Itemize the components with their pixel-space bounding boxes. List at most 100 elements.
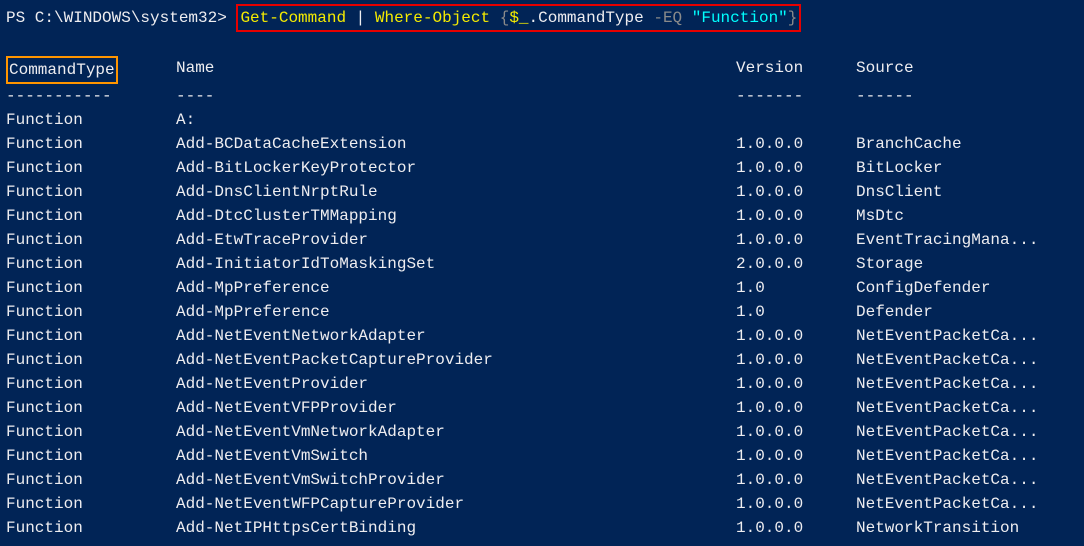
cell-name: Add-NetEventVmNetworkAdapter — [176, 420, 736, 444]
cell-version — [736, 108, 856, 132]
cell-name: Add-NetEventPacketCaptureProvider — [176, 348, 736, 372]
cell-version: 1.0.0.0 — [736, 132, 856, 156]
cell-name: Add-EtwTraceProvider — [176, 228, 736, 252]
cell-source: NetEventPacketCa... — [856, 324, 1078, 348]
cell-version: 1.0.0.0 — [736, 348, 856, 372]
table-row: FunctionAdd-BitLockerKeyProtector1.0.0.0… — [6, 156, 1078, 180]
commandtype-highlight-box: CommandType — [6, 56, 118, 84]
brace-close: } — [788, 6, 798, 30]
divider-row: ----------- ---- ------- ------ — [6, 84, 1078, 108]
cell-version: 1.0.0.0 — [736, 372, 856, 396]
brace-open: { — [500, 6, 510, 30]
table-row: FunctionAdd-EtwTraceProvider1.0.0.0Event… — [6, 228, 1078, 252]
cell-commandtype: Function — [6, 324, 176, 348]
table-row: FunctionAdd-NetEventVmNetworkAdapter1.0.… — [6, 420, 1078, 444]
cell-source: NetEventPacketCa... — [856, 348, 1078, 372]
cell-name: Add-BCDataCacheExtension — [176, 132, 736, 156]
cell-name: Add-MpPreference — [176, 276, 736, 300]
divider-type: ----------- — [6, 84, 176, 108]
output-table: CommandType Name Version Source --------… — [6, 56, 1078, 540]
table-row: FunctionAdd-NetEventVmSwitchProvider1.0.… — [6, 468, 1078, 492]
cell-name: Add-NetEventProvider — [176, 372, 736, 396]
table-row: FunctionAdd-NetEventNetworkAdapter1.0.0.… — [6, 324, 1078, 348]
cell-source: NetEventPacketCa... — [856, 396, 1078, 420]
cell-source: NetEventPacketCa... — [856, 492, 1078, 516]
prompt-prefix: PS C:\WINDOWS\system32> — [6, 6, 236, 30]
cell-version: 1.0.0.0 — [736, 420, 856, 444]
cell-commandtype: Function — [6, 420, 176, 444]
cell-name: Add-DnsClientNrptRule — [176, 180, 736, 204]
cell-source: NetEventPacketCa... — [856, 420, 1078, 444]
cell-name: Add-NetEventVmSwitch — [176, 444, 736, 468]
table-row: FunctionAdd-NetEventWFPCaptureProvider1.… — [6, 492, 1078, 516]
cell-commandtype: Function — [6, 276, 176, 300]
cell-version: 1.0.0.0 — [736, 468, 856, 492]
cell-version: 1.0.0.0 — [736, 204, 856, 228]
table-row: FunctionAdd-DnsClientNrptRule1.0.0.0DnsC… — [6, 180, 1078, 204]
table-row: FunctionAdd-NetIPHttpsCertBinding1.0.0.0… — [6, 516, 1078, 540]
cell-name: Add-NetEventNetworkAdapter — [176, 324, 736, 348]
table-row: FunctionAdd-MpPreference1.0Defender — [6, 300, 1078, 324]
automatic-variable: $_ — [509, 6, 528, 30]
cell-commandtype: Function — [6, 300, 176, 324]
cell-commandtype: Function — [6, 108, 176, 132]
cell-commandtype: Function — [6, 132, 176, 156]
divider-source: ------ — [856, 84, 1078, 108]
property-access: .CommandType — [529, 6, 654, 30]
cell-commandtype: Function — [6, 228, 176, 252]
table-row: FunctionA: — [6, 108, 1078, 132]
cell-name: Add-NetEventVFPProvider — [176, 396, 736, 420]
cell-source: NetEventPacketCa... — [856, 468, 1078, 492]
header-version: Version — [736, 56, 856, 84]
table-row: FunctionAdd-InitiatorIdToMaskingSet2.0.0… — [6, 252, 1078, 276]
cell-source: Storage — [856, 252, 1078, 276]
cell-source: ConfigDefender — [856, 276, 1078, 300]
cell-commandtype: Function — [6, 492, 176, 516]
table-row: FunctionAdd-NetEventVFPProvider1.0.0.0Ne… — [6, 396, 1078, 420]
divider-version: ------- — [736, 84, 856, 108]
cell-version: 1.0 — [736, 276, 856, 300]
cell-commandtype: Function — [6, 516, 176, 540]
cell-version: 1.0.0.0 — [736, 228, 856, 252]
pipe-operator: | — [346, 6, 375, 30]
cell-version: 1.0.0.0 — [736, 180, 856, 204]
cell-name: Add-DtcClusterTMMapping — [176, 204, 736, 228]
cell-source: MsDtc — [856, 204, 1078, 228]
table-row: FunctionAdd-MpPreference1.0ConfigDefende… — [6, 276, 1078, 300]
cell-commandtype: Function — [6, 396, 176, 420]
cell-version: 1.0.0.0 — [736, 324, 856, 348]
header-row: CommandType Name Version Source — [6, 56, 1078, 84]
cmdlet-where-object: Where-Object — [375, 6, 500, 30]
command-highlight-box: Get-Command | Where-Object { $_ .Command… — [236, 4, 801, 32]
cell-version: 1.0.0.0 — [736, 492, 856, 516]
cell-commandtype: Function — [6, 444, 176, 468]
cell-commandtype: Function — [6, 468, 176, 492]
table-row: FunctionAdd-BCDataCacheExtension1.0.0.0B… — [6, 132, 1078, 156]
header-commandtype: CommandType — [6, 56, 176, 84]
cell-version: 1.0.0.0 — [736, 156, 856, 180]
cell-source: Defender — [856, 300, 1078, 324]
cell-source: BitLocker — [856, 156, 1078, 180]
cell-version: 2.0.0.0 — [736, 252, 856, 276]
cell-source: NetEventPacketCa... — [856, 444, 1078, 468]
table-row: FunctionAdd-NetEventProvider1.0.0.0NetEv… — [6, 372, 1078, 396]
cell-commandtype: Function — [6, 252, 176, 276]
cell-commandtype: Function — [6, 348, 176, 372]
table-row: FunctionAdd-DtcClusterTMMapping1.0.0.0Ms… — [6, 204, 1078, 228]
cell-version: 1.0 — [736, 300, 856, 324]
cell-name: Add-MpPreference — [176, 300, 736, 324]
cell-version: 1.0.0.0 — [736, 396, 856, 420]
header-name: Name — [176, 56, 736, 84]
cell-commandtype: Function — [6, 372, 176, 396]
comparison-operator: -EQ — [653, 6, 691, 30]
cell-name: A: — [176, 108, 736, 132]
cmdlet-get-command: Get-Command — [240, 6, 346, 30]
cell-commandtype: Function — [6, 204, 176, 228]
cell-source — [856, 108, 1078, 132]
cell-name: Add-NetEventVmSwitchProvider — [176, 468, 736, 492]
cell-name: Add-NetIPHttpsCertBinding — [176, 516, 736, 540]
prompt-line[interactable]: PS C:\WINDOWS\system32> Get-Command | Wh… — [6, 4, 1078, 32]
header-source: Source — [856, 56, 1078, 84]
cell-source: EventTracingMana... — [856, 228, 1078, 252]
cell-name: Add-BitLockerKeyProtector — [176, 156, 736, 180]
